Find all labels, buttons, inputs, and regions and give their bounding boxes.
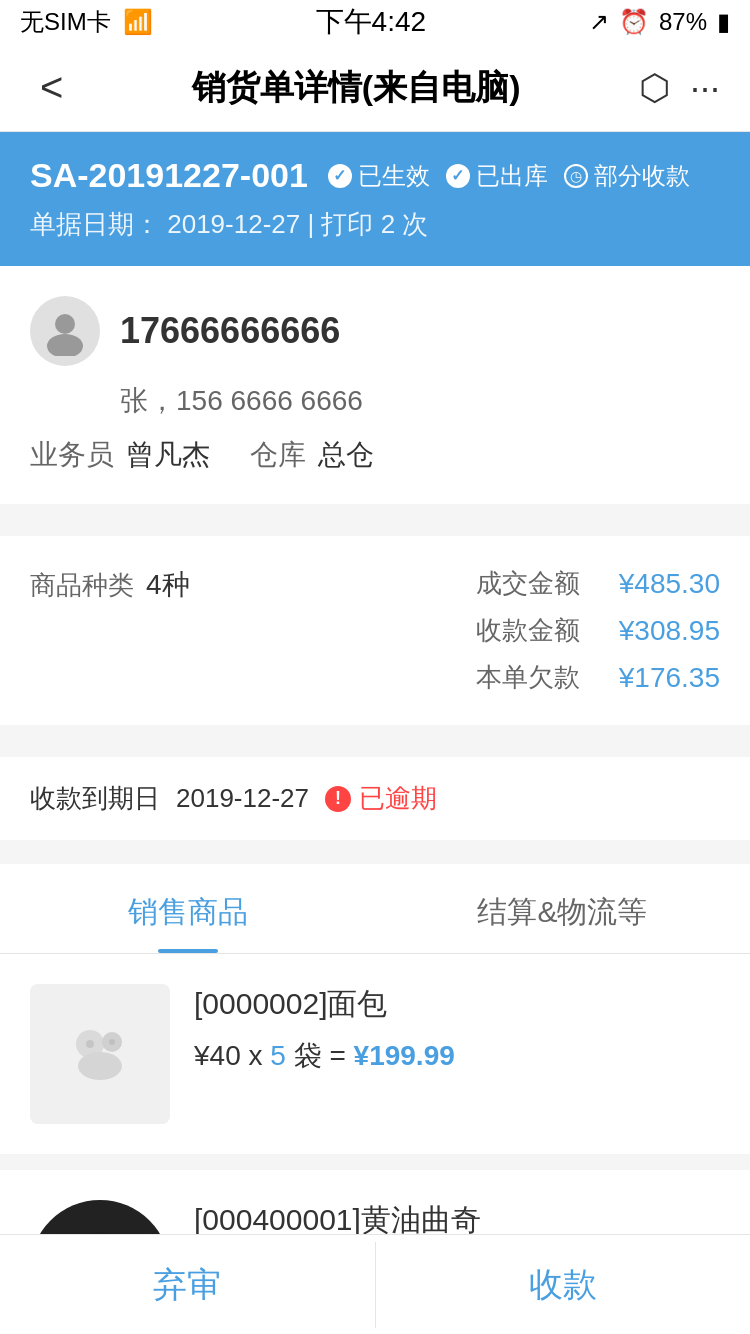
overdue-text: 已逾期 xyxy=(359,781,437,816)
product-unit-1: 袋 xyxy=(294,1040,322,1071)
product-unit-price-1: ¥40 xyxy=(194,1040,241,1071)
order-header: SA-20191227-001 ✓ 已生效 ✓ 已出库 ◷ 部分收款 单据日期：… xyxy=(0,132,750,266)
debt-value: ¥176.35 xyxy=(600,662,720,694)
product-image-1 xyxy=(30,984,170,1124)
product-total-1: ¥199.99 xyxy=(354,1040,455,1071)
sales-name: 曾凡杰 xyxy=(126,436,210,474)
customer-section: 17666666666 张，156 6666 6666 业务员 曾凡杰 仓库 总… xyxy=(0,266,750,504)
badge-effective-label: 已生效 xyxy=(358,160,430,192)
status-bar-right: ↗ ⏰ 87% ▮ xyxy=(589,8,730,36)
status-bar-left: 无SIM卡 📶 xyxy=(20,6,153,38)
order-id-row: SA-20191227-001 ✓ 已生效 ✓ 已出库 ◷ 部分收款 xyxy=(30,156,720,195)
order-id: SA-20191227-001 xyxy=(30,156,308,195)
debt-row: 本单欠款 ¥176.35 xyxy=(476,660,720,695)
status-bar-time: 下午4:42 xyxy=(316,3,427,41)
collected-value: ¥308.95 xyxy=(600,615,720,647)
badge-partial: ◷ 部分收款 xyxy=(564,160,690,192)
badge-partial-label: 部分收款 xyxy=(594,160,690,192)
tabs-section: 销售商品 结算&物流等 xyxy=(0,864,750,954)
due-section: 收款到期日 2019-12-27 ! 已逾期 xyxy=(0,757,750,840)
battery-icon: ▮ xyxy=(717,8,730,36)
collected-row: 收款金额 ¥308.95 xyxy=(476,613,720,648)
sales-meta: 业务员 曾凡杰 xyxy=(30,436,210,474)
customer-phone: 17666666666 xyxy=(120,310,340,352)
due-date: 2019-12-27 xyxy=(176,783,309,814)
tab-settlement-label: 结算&物流等 xyxy=(477,895,647,928)
tab-sales-label: 销售商品 xyxy=(128,895,248,928)
sales-label: 业务员 xyxy=(30,436,114,474)
stats-section: 商品种类 4种 成交金额 ¥485.30 收款金额 ¥308.95 本单欠款 ¥… xyxy=(0,536,750,725)
cancel-review-button[interactable]: 弃审 xyxy=(0,1242,376,1328)
overdue-badge: ! 已逾期 xyxy=(325,781,437,816)
battery-label: 87% xyxy=(659,8,707,36)
svg-point-6 xyxy=(109,1039,115,1045)
customer-name: 张，156 6666 6666 xyxy=(30,382,720,420)
overdue-icon: ! xyxy=(325,786,351,812)
stats-right: 成交金额 ¥485.30 收款金额 ¥308.95 本单欠款 ¥176.35 xyxy=(476,566,720,695)
collect-payment-button[interactable]: 收款 xyxy=(376,1242,751,1328)
collected-label: 收款金额 xyxy=(476,613,580,648)
tabs-row: 销售商品 结算&物流等 xyxy=(0,864,750,953)
svg-point-5 xyxy=(86,1040,94,1048)
tab-sales-products[interactable]: 销售商品 xyxy=(0,864,375,953)
order-date-label: 单据日期： xyxy=(30,209,160,239)
warehouse-name: 总仓 xyxy=(318,436,374,474)
due-label: 收款到期日 xyxy=(30,781,160,816)
badge-effective: ✓ 已生效 xyxy=(328,160,430,192)
svg-point-0 xyxy=(55,314,75,334)
badge-shipped-label: 已出库 xyxy=(476,160,548,192)
amount-label: 成交金额 xyxy=(476,566,580,601)
check-icon-2: ✓ xyxy=(446,164,470,188)
wifi-icon: 📶 xyxy=(123,8,153,36)
category-label: 商品种类 xyxy=(30,568,134,603)
stats-grid: 商品种类 4种 成交金额 ¥485.30 收款金额 ¥308.95 本单欠款 ¥… xyxy=(30,566,720,695)
status-bar: 无SIM卡 📶 下午4:42 ↗ ⏰ 87% ▮ xyxy=(0,0,750,44)
divider-3 xyxy=(0,848,750,864)
badge-shipped: ✓ 已出库 xyxy=(446,160,548,192)
status-badges: ✓ 已生效 ✓ 已出库 ◷ 部分收款 xyxy=(328,160,690,192)
avatar xyxy=(30,296,100,366)
carrier-label: 无SIM卡 xyxy=(20,6,111,38)
svg-point-4 xyxy=(78,1052,122,1080)
order-date-row: 单据日期： 2019-12-27 | 打印 2 次 xyxy=(30,207,720,242)
bottom-bar: 弃审 收款 xyxy=(0,1234,750,1334)
debt-label: 本单欠款 xyxy=(476,660,580,695)
location-icon: ↗ xyxy=(589,8,609,36)
more-icon[interactable]: ··· xyxy=(690,67,720,109)
product-qty-1: 5 xyxy=(270,1040,286,1071)
share-icon[interactable]: ⬡ xyxy=(639,67,670,109)
product-info-1: [0000002]面包 ¥40 x 5 袋 = ¥199.99 xyxy=(194,984,720,1075)
check-icon-1: ✓ xyxy=(328,164,352,188)
clock-icon: ◷ xyxy=(564,164,588,188)
product-eq-1: = xyxy=(329,1040,353,1071)
product-name-1: [0000002]面包 xyxy=(194,984,720,1025)
customer-meta: 业务员 曾凡杰 仓库 总仓 xyxy=(30,436,720,474)
product-price-1: ¥40 x 5 袋 = ¥199.99 xyxy=(194,1037,720,1075)
warehouse-meta: 仓库 总仓 xyxy=(250,436,374,474)
amount-row: 成交金额 ¥485.30 xyxy=(476,566,720,601)
alarm-icon: ⏰ xyxy=(619,8,649,36)
product-multiply-1: x xyxy=(249,1040,271,1071)
customer-row: 17666666666 xyxy=(30,296,720,366)
warehouse-label: 仓库 xyxy=(250,436,306,474)
divider-2 xyxy=(0,741,750,757)
page-title: 销货单详情(来自电脑) xyxy=(192,65,521,111)
nav-bar: < 销货单详情(来自电脑) ⬡ ··· xyxy=(0,44,750,132)
back-button[interactable]: < xyxy=(30,55,73,120)
divider-1 xyxy=(0,520,750,536)
order-date-value: 2019-12-27 xyxy=(167,209,300,239)
tab-settlement[interactable]: 结算&物流等 xyxy=(375,864,750,953)
category-value: 4种 xyxy=(146,566,190,604)
amount-value: ¥485.30 xyxy=(600,568,720,600)
nav-actions: ⬡ ··· xyxy=(639,67,720,109)
stats-left: 商品种类 4种 xyxy=(30,566,190,604)
product-item: [0000002]面包 ¥40 x 5 袋 = ¥199.99 xyxy=(0,954,750,1154)
order-print-info: | 打印 2 次 xyxy=(307,209,428,239)
svg-point-1 xyxy=(47,334,83,356)
